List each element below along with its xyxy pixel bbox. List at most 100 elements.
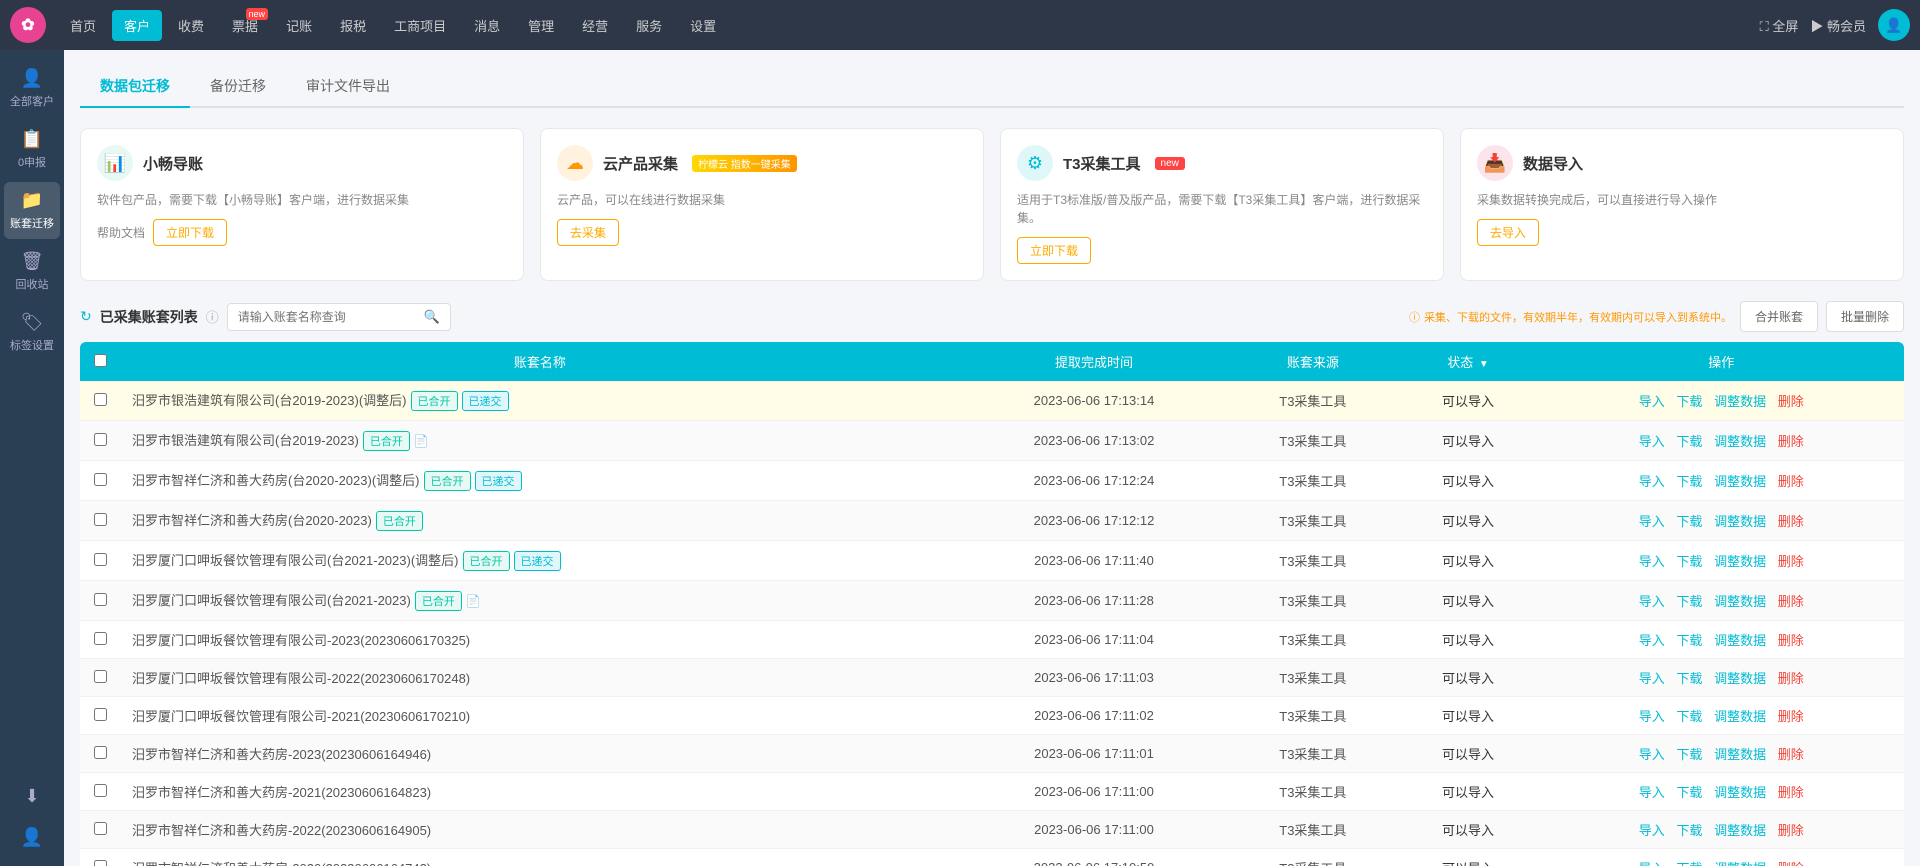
nav-fee[interactable]: 收费: [166, 10, 216, 41]
row-checkbox[interactable]: [94, 593, 107, 606]
download-now-btn-3[interactable]: 立即下载: [1017, 237, 1091, 264]
nav-customer[interactable]: 客户: [112, 10, 162, 41]
tab-backup-migration[interactable]: 备份迁移: [190, 66, 286, 108]
sidebar-item-migration[interactable]: 📁 账套迁移: [4, 182, 60, 239]
action-import[interactable]: 导入: [1639, 671, 1665, 686]
action-delete[interactable]: 删除: [1778, 474, 1804, 489]
action-adjust[interactable]: 调整数据: [1714, 671, 1766, 686]
action-delete[interactable]: 删除: [1778, 747, 1804, 762]
refresh-icon[interactable]: ↻: [80, 308, 92, 325]
fullscreen-btn[interactable]: ⛶ 全屏: [1760, 16, 1799, 35]
action-import[interactable]: 导入: [1639, 823, 1665, 838]
row-checkbox[interactable]: [94, 670, 107, 683]
action-delete[interactable]: 删除: [1778, 554, 1804, 569]
action-download[interactable]: 下载: [1676, 823, 1702, 838]
action-import[interactable]: 导入: [1639, 434, 1665, 449]
search-icon[interactable]: 🔍: [424, 309, 440, 325]
action-download[interactable]: 下载: [1676, 514, 1702, 529]
nav-settings[interactable]: 设置: [678, 10, 728, 41]
action-import[interactable]: 导入: [1639, 554, 1665, 569]
action-import[interactable]: 导入: [1639, 394, 1665, 409]
user-avatar[interactable]: 👤: [1878, 9, 1910, 41]
action-delete[interactable]: 删除: [1778, 394, 1804, 409]
select-all-checkbox[interactable]: [94, 354, 107, 367]
action-download[interactable]: 下载: [1676, 861, 1702, 866]
row-checkbox[interactable]: [94, 746, 107, 759]
membership-btn[interactable]: ▶ 畅会员: [1810, 16, 1866, 35]
nav-manage[interactable]: 管理: [516, 10, 566, 41]
action-import[interactable]: 导入: [1639, 594, 1665, 609]
nav-bookkeeping[interactable]: 记账: [274, 10, 324, 41]
row-checkbox[interactable]: [94, 822, 107, 835]
action-import[interactable]: 导入: [1639, 709, 1665, 724]
action-adjust[interactable]: 调整数据: [1714, 434, 1766, 449]
action-delete[interactable]: 删除: [1778, 633, 1804, 648]
action-adjust[interactable]: 调整数据: [1714, 747, 1766, 762]
nav-service[interactable]: 服务: [624, 10, 674, 41]
import-btn[interactable]: 去导入: [1477, 219, 1539, 246]
row-checkbox[interactable]: [94, 553, 107, 566]
row-checkbox[interactable]: [94, 433, 107, 446]
row-checkbox[interactable]: [94, 860, 107, 866]
sidebar-item-all-clients[interactable]: 👤 全部客户: [4, 60, 60, 117]
action-adjust[interactable]: 调整数据: [1714, 394, 1766, 409]
action-adjust[interactable]: 调整数据: [1714, 514, 1766, 529]
row-checkbox[interactable]: [94, 632, 107, 645]
help-doc-link[interactable]: 帮助文档: [97, 224, 145, 241]
nav-business[interactable]: 工商项目: [382, 10, 458, 41]
merge-accounts-btn[interactable]: 合并账套: [1740, 301, 1818, 332]
sidebar-item-zero-report[interactable]: 📋 0申报: [4, 121, 60, 178]
action-download[interactable]: 下载: [1676, 394, 1702, 409]
action-adjust[interactable]: 调整数据: [1714, 554, 1766, 569]
action-adjust[interactable]: 调整数据: [1714, 861, 1766, 866]
action-download[interactable]: 下载: [1676, 785, 1702, 800]
row-checkbox[interactable]: [94, 784, 107, 797]
sidebar-item-recycle[interactable]: 🗑 回收站: [4, 243, 60, 300]
nav-home[interactable]: 首页: [58, 10, 108, 41]
info-icon[interactable]: ⓘ: [206, 307, 219, 326]
row-checkbox[interactable]: [94, 513, 107, 526]
tab-data-migration[interactable]: 数据包迁移: [80, 66, 190, 108]
row-checkbox[interactable]: [94, 393, 107, 406]
action-adjust[interactable]: 调整数据: [1714, 709, 1766, 724]
sidebar-item-user[interactable]: 👤: [4, 819, 60, 856]
row-checkbox[interactable]: [94, 473, 107, 486]
action-import[interactable]: 导入: [1639, 633, 1665, 648]
action-download[interactable]: 下载: [1676, 474, 1702, 489]
tab-audit-export[interactable]: 审计文件导出: [286, 66, 410, 108]
action-download[interactable]: 下载: [1676, 671, 1702, 686]
action-adjust[interactable]: 调整数据: [1714, 785, 1766, 800]
action-adjust[interactable]: 调整数据: [1714, 594, 1766, 609]
action-download[interactable]: 下载: [1676, 554, 1702, 569]
action-download[interactable]: 下载: [1676, 709, 1702, 724]
nav-tax[interactable]: 报税: [328, 10, 378, 41]
nav-invoice[interactable]: 票据new: [220, 10, 270, 41]
batch-delete-btn[interactable]: 批量删除: [1826, 301, 1904, 332]
collect-btn[interactable]: 去采集: [557, 219, 619, 246]
action-import[interactable]: 导入: [1639, 747, 1665, 762]
nav-message[interactable]: 消息: [462, 10, 512, 41]
action-delete[interactable]: 删除: [1778, 785, 1804, 800]
action-download[interactable]: 下载: [1676, 633, 1702, 648]
action-delete[interactable]: 删除: [1778, 434, 1804, 449]
action-delete[interactable]: 删除: [1778, 514, 1804, 529]
action-download[interactable]: 下载: [1676, 434, 1702, 449]
action-delete[interactable]: 删除: [1778, 861, 1804, 866]
sidebar-item-download[interactable]: ⬇: [4, 778, 60, 815]
search-input[interactable]: [238, 310, 418, 324]
action-download[interactable]: 下载: [1676, 594, 1702, 609]
download-now-btn-1[interactable]: 立即下载: [153, 219, 227, 246]
action-import[interactable]: 导入: [1639, 514, 1665, 529]
action-import[interactable]: 导入: [1639, 861, 1665, 866]
sidebar-item-tags[interactable]: 🏷 标签设置: [4, 304, 60, 361]
action-delete[interactable]: 删除: [1778, 823, 1804, 838]
action-adjust[interactable]: 调整数据: [1714, 474, 1766, 489]
action-delete[interactable]: 删除: [1778, 709, 1804, 724]
action-delete[interactable]: 删除: [1778, 671, 1804, 686]
action-delete[interactable]: 删除: [1778, 594, 1804, 609]
row-checkbox[interactable]: [94, 708, 107, 721]
action-adjust[interactable]: 调整数据: [1714, 823, 1766, 838]
action-import[interactable]: 导入: [1639, 785, 1665, 800]
action-import[interactable]: 导入: [1639, 474, 1665, 489]
action-adjust[interactable]: 调整数据: [1714, 633, 1766, 648]
